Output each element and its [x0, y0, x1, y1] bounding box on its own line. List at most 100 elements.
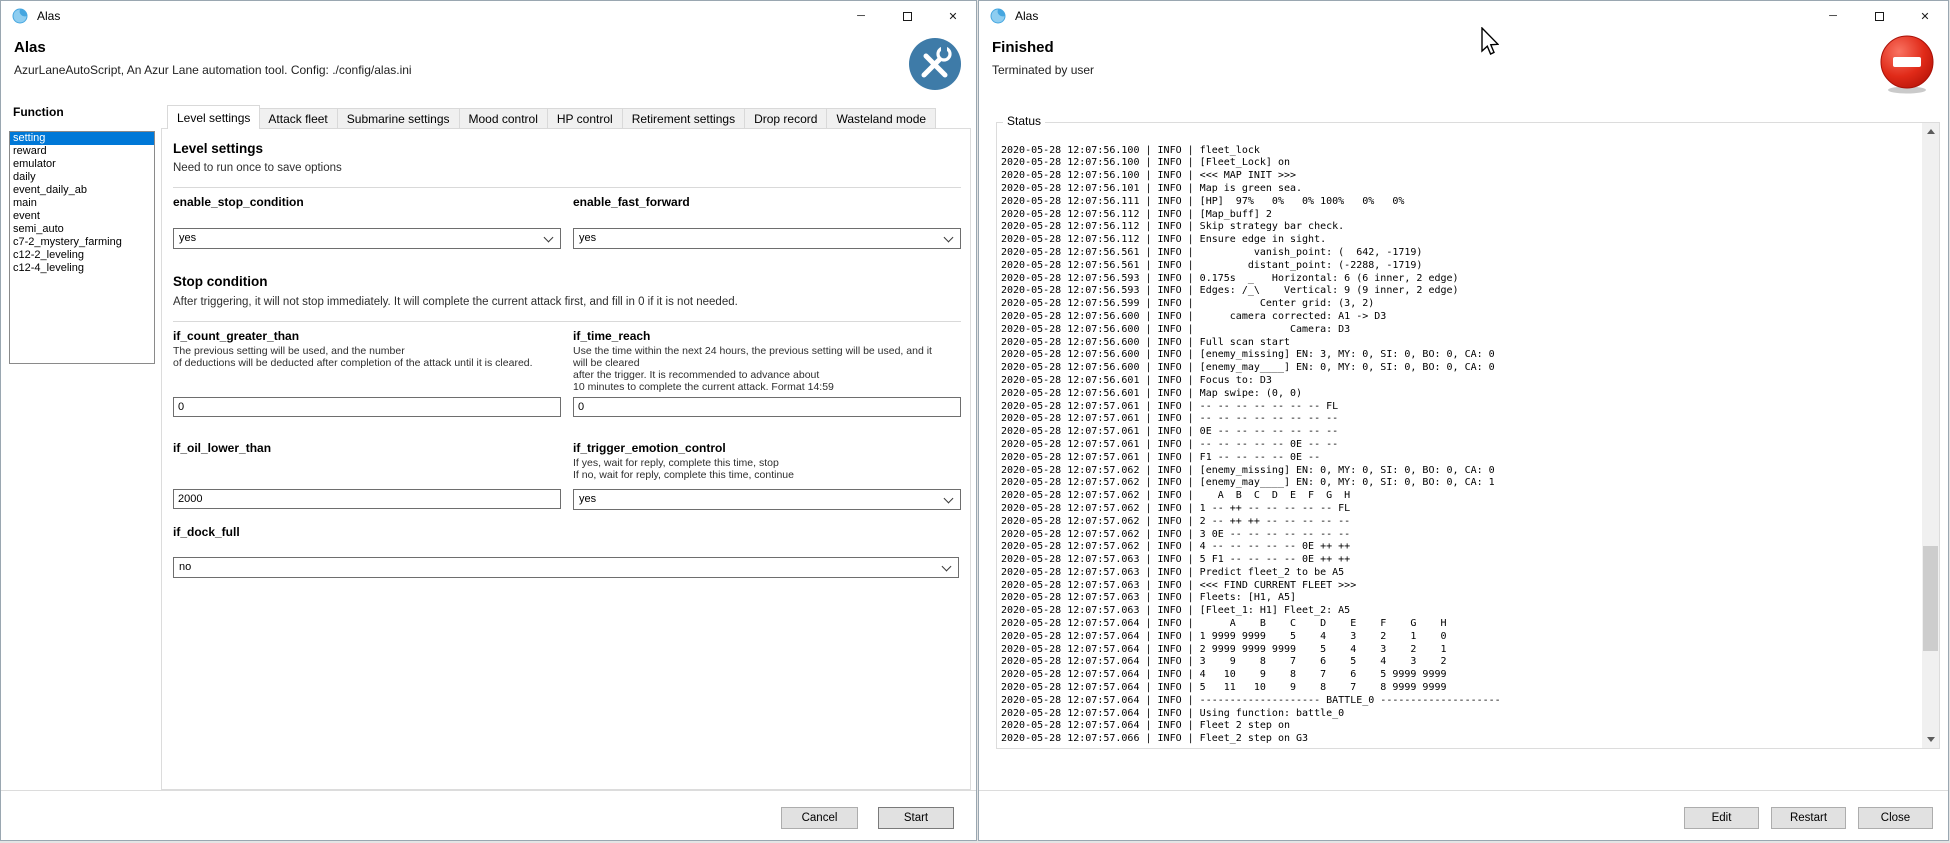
log-output[interactable]: 2020-05-28 12:07:56.100 | INFO | fleet_l…: [1001, 125, 1904, 746]
maximize-icon: [1875, 12, 1884, 21]
log-line: 2020-05-28 12:07:57.066 | INFO | Fleet_2…: [1001, 733, 1904, 746]
maximize-button[interactable]: [1856, 1, 1902, 31]
enable-stop-condition-select[interactable]: yes: [173, 228, 561, 249]
close-log-button[interactable]: Close: [1858, 807, 1933, 829]
scroll-down-button[interactable]: [1922, 731, 1939, 748]
log-line: 2020-05-28 12:07:57.064 | INFO | 1 9999 …: [1001, 631, 1904, 644]
help-if-count-greater-than: The previous setting will be used, and t…: [173, 345, 565, 369]
log-line: 2020-05-28 12:07:57.062 | INFO | 2 -- ++…: [1001, 516, 1904, 529]
log-line: 2020-05-28 12:07:56.112 | INFO | [Map_bu…: [1001, 209, 1904, 222]
edit-button[interactable]: Edit: [1684, 807, 1759, 829]
if-count-greater-than-input[interactable]: [173, 397, 561, 417]
app-header-title: Alas: [14, 39, 46, 56]
log-line: 2020-05-28 12:07:57.064 | INFO | A B C D…: [1001, 618, 1904, 631]
settings-tab[interactable]: Retirement settings: [623, 108, 745, 129]
label-enable-fast-forward: enable_fast_forward: [573, 195, 690, 209]
status-group-label: Status: [1003, 114, 1045, 128]
log-line: 2020-05-28 12:07:57.064 | INFO | 3 9 8 7…: [1001, 656, 1904, 669]
enable-fast-forward-select[interactable]: yes: [573, 228, 961, 249]
label-if-oil-lower-than: if_oil_lower_than: [173, 441, 271, 455]
if-dock-full-select[interactable]: no: [173, 557, 959, 578]
function-list-item[interactable]: event: [10, 210, 154, 223]
function-list-item[interactable]: emulator: [10, 158, 154, 171]
log-line: 2020-05-28 12:07:57.063 | INFO | Fleets:…: [1001, 592, 1904, 605]
function-list-item[interactable]: semi_auto: [10, 223, 154, 236]
chevron-down-icon: [942, 562, 952, 572]
scroll-down-icon: [1927, 737, 1935, 742]
app-header-subtitle: AzurLaneAutoScript, An Azur Lane automat…: [14, 63, 412, 77]
restart-button[interactable]: Restart: [1771, 807, 1846, 829]
alas-logo-icon: [990, 8, 1006, 24]
log-line: 2020-05-28 12:07:56.600 | INFO | [enemy_…: [1001, 362, 1904, 375]
log-line: 2020-05-28 12:07:57.064 | INFO | 2 9999 …: [1001, 644, 1904, 657]
scroll-up-icon: [1927, 129, 1935, 134]
section-subtitle-stop-condition: After triggering, it will not stop immed…: [173, 296, 738, 308]
log-line: 2020-05-28 12:07:56.561 | INFO | distant…: [1001, 260, 1904, 273]
divider: [173, 321, 961, 322]
alas-settings-window: Alas ─ ✕ Alas AzurLaneAutoScript, An Azu…: [0, 0, 977, 841]
log-line: 2020-05-28 12:07:57.064 | INFO | Fleet 2…: [1001, 720, 1904, 733]
log-line: 2020-05-28 12:07:56.111 | INFO | [HP] 97…: [1001, 196, 1904, 209]
settings-tab[interactable]: Attack fleet: [259, 108, 337, 129]
log-line: 2020-05-28 12:07:56.600 | INFO | Full sc…: [1001, 337, 1904, 350]
function-list-item[interactable]: c12-2_leveling: [10, 249, 154, 262]
function-list-item[interactable]: c12-4_leveling: [10, 262, 154, 275]
chevron-down-icon: [544, 233, 554, 243]
log-lines: 2020-05-28 12:07:56.100 | INFO | fleet_l…: [1001, 145, 1904, 746]
log-line: 2020-05-28 12:07:57.061 | INFO | 0E -- -…: [1001, 426, 1904, 439]
scrollbar-thumb[interactable]: [1923, 546, 1938, 651]
function-section-title: Function: [13, 105, 64, 119]
stop-badge-icon: [1877, 33, 1937, 95]
close-button[interactable]: ✕: [930, 1, 976, 31]
log-line: 2020-05-28 12:07:57.062 | INFO | 1 -- ++…: [1001, 503, 1904, 516]
log-line: 2020-05-28 12:07:56.599 | INFO | Center …: [1001, 298, 1904, 311]
cancel-button[interactable]: Cancel: [781, 807, 858, 829]
log-line: 2020-05-28 12:07:56.601 | INFO | Map swi…: [1001, 388, 1904, 401]
function-list-item[interactable]: main: [10, 197, 154, 210]
window-title: Alas: [1015, 1, 1038, 31]
select-value: yes: [579, 493, 596, 505]
log-line: 2020-05-28 12:07:57.061 | INFO | -- -- -…: [1001, 413, 1904, 426]
function-list-item[interactable]: setting: [10, 132, 154, 145]
log-line: 2020-05-28 12:07:56.112 | INFO | Skip st…: [1001, 221, 1904, 234]
minimize-button[interactable]: ─: [1810, 1, 1856, 31]
log-line: 2020-05-28 12:07:57.061 | INFO | -- -- -…: [1001, 401, 1904, 414]
alas-logo-icon: [12, 8, 28, 24]
log-line: 2020-05-28 12:07:57.062 | INFO | [enemy_…: [1001, 477, 1904, 490]
if-time-reach-input[interactable]: [573, 397, 961, 417]
settings-tab[interactable]: HP control: [548, 108, 623, 129]
maximize-button[interactable]: [884, 1, 930, 31]
section-title-level-settings: Level settings: [173, 141, 263, 156]
close-button[interactable]: ✕: [1902, 1, 1948, 31]
log-line: 2020-05-28 12:07:57.062 | INFO | 3 0E --…: [1001, 529, 1904, 542]
titlebar[interactable]: Alas ─ ✕: [1, 1, 976, 31]
log-line: 2020-05-28 12:07:57.062 | INFO | [enemy_…: [1001, 465, 1904, 478]
settings-tab[interactable]: Drop record: [745, 108, 827, 129]
settings-tab[interactable]: Level settings: [167, 105, 260, 129]
if-oil-lower-than-input[interactable]: [173, 489, 561, 509]
chevron-down-icon: [944, 233, 954, 243]
log-line: 2020-05-28 12:07:57.064 | INFO | Using f…: [1001, 708, 1904, 721]
log-line: 2020-05-28 12:07:56.561 | INFO | vanish_…: [1001, 247, 1904, 260]
log-line: 2020-05-28 12:07:57.064 | INFO | 4 10 9 …: [1001, 669, 1904, 682]
function-list-item[interactable]: reward: [10, 145, 154, 158]
footer-divider: [979, 790, 1948, 791]
log-line: 2020-05-28 12:07:57.063 | INFO | <<< FIN…: [1001, 580, 1904, 593]
function-list-item[interactable]: event_daily_ab: [10, 184, 154, 197]
log-line: 2020-05-28 12:07:56.100 | INFO | <<< MAP…: [1001, 170, 1904, 183]
titlebar[interactable]: Alas ─ ✕: [979, 1, 1948, 31]
log-line: 2020-05-28 12:07:57.062 | INFO | 4 -- --…: [1001, 541, 1904, 554]
log-scrollbar[interactable]: [1922, 123, 1939, 748]
select-value: yes: [579, 232, 596, 244]
minimize-button[interactable]: ─: [838, 1, 884, 31]
settings-tab[interactable]: Wasteland mode: [827, 108, 936, 129]
start-button[interactable]: Start: [878, 807, 954, 829]
function-list-item[interactable]: c7-2_mystery_farming: [10, 236, 154, 249]
settings-tabs: Level settingsAttack fleetSubmarine sett…: [167, 105, 936, 129]
function-list-item[interactable]: daily: [10, 171, 154, 184]
if-trigger-emotion-control-select[interactable]: yes: [573, 489, 961, 510]
settings-tab[interactable]: Mood control: [460, 108, 548, 129]
settings-tab[interactable]: Submarine settings: [338, 108, 460, 129]
scroll-up-button[interactable]: [1922, 123, 1939, 140]
log-line: 2020-05-28 12:07:57.063 | INFO | Predict…: [1001, 567, 1904, 580]
